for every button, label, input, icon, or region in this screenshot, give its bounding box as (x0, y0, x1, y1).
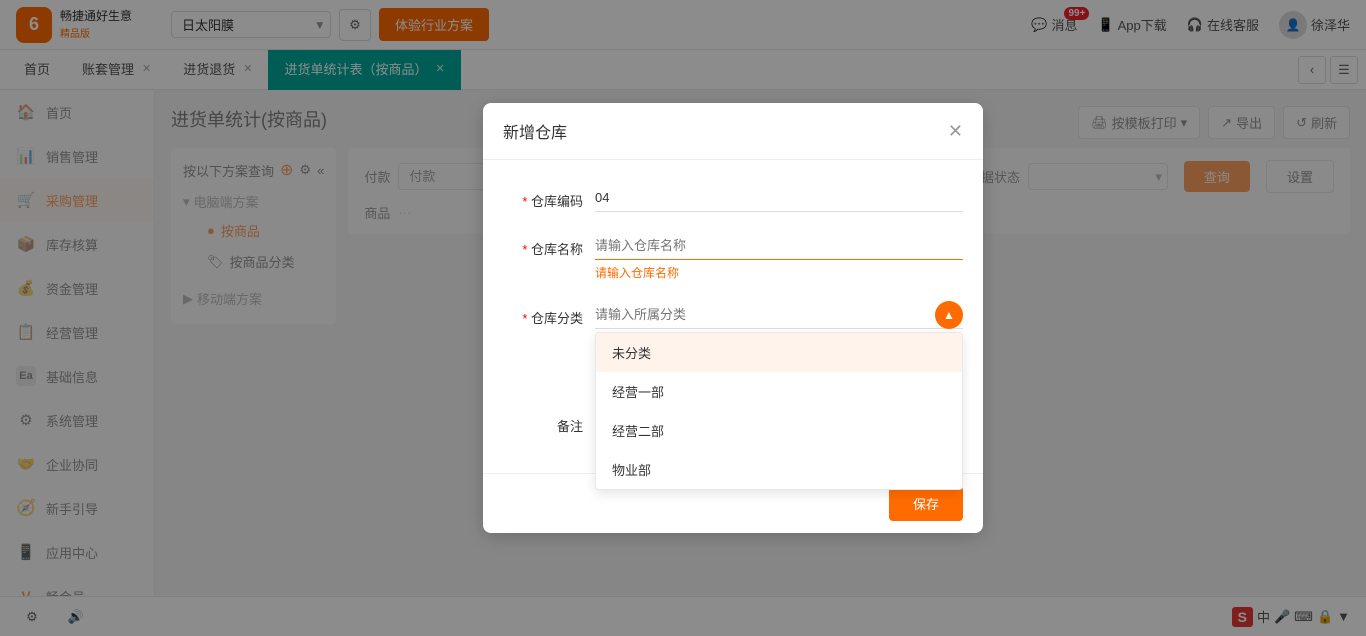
dropdown-item-label: 经营二部 (612, 424, 664, 439)
form-row-name: 仓库名称 请输入仓库名称 (503, 232, 963, 281)
category-label: 仓库分类 (503, 301, 583, 327)
category-dropdown: 未分类 经营一部 经营二部 物业部 (595, 332, 963, 490)
chevron-up-icon: ▲ (943, 308, 955, 322)
form-row-category: 仓库分类 ▲ 未分类 经营一部 经营二部 (503, 301, 963, 329)
dropdown-item-property[interactable]: 物业部 (596, 450, 962, 489)
category-input[interactable] (595, 301, 963, 329)
name-error-message: 请输入仓库名称 (595, 264, 963, 281)
code-label: 仓库编码 (503, 184, 583, 210)
name-input[interactable] (595, 232, 963, 260)
name-label: 仓库名称 (503, 232, 583, 258)
category-select-wrap: ▲ (595, 301, 963, 329)
form-row-code: 仓库编码 (503, 184, 963, 212)
modal-body: 仓库编码 仓库名称 请输入仓库名称 仓库分类 ▲ (483, 160, 983, 473)
category-toggle-button[interactable]: ▲ (935, 301, 963, 329)
dropdown-item-label: 经营一部 (612, 385, 664, 400)
remark-label: 备注 (503, 409, 583, 435)
modal-title: 新增仓库 (503, 119, 567, 143)
dropdown-item-ops2[interactable]: 经营二部 (596, 411, 962, 450)
add-warehouse-modal: 新增仓库 ✕ 仓库编码 仓库名称 请输入仓库名称 仓库分类 (483, 103, 983, 533)
dropdown-item-label: 物业部 (612, 463, 651, 478)
code-input[interactable] (595, 184, 963, 212)
modal-close-button[interactable]: ✕ (948, 122, 963, 140)
dropdown-item-label: 未分类 (612, 346, 651, 361)
modal-header: 新增仓库 ✕ (483, 103, 983, 160)
dropdown-item-ops1[interactable]: 经营一部 (596, 372, 962, 411)
save-button[interactable]: 保存 (889, 486, 963, 521)
dropdown-item-uncategorized[interactable]: 未分类 (596, 333, 962, 372)
